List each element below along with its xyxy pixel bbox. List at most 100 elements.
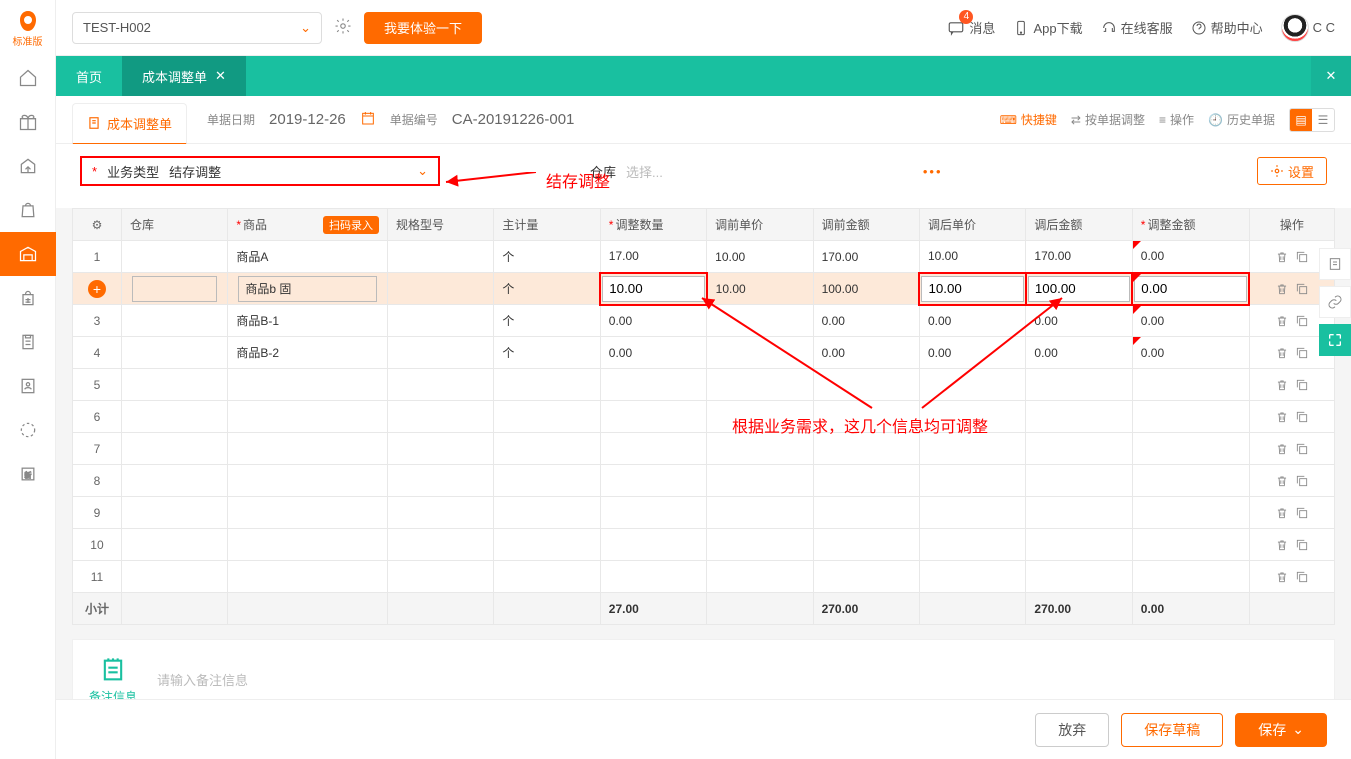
copy-icon[interactable] [1295,538,1309,552]
tenant-select[interactable]: TEST-H002 ⌄ [72,12,322,44]
save-draft-button[interactable]: 保存草稿 [1121,713,1223,747]
nav-gift-icon[interactable] [0,100,56,144]
delete-icon[interactable] [1275,570,1289,584]
save-button[interactable]: 保存 ⌄ [1235,713,1327,747]
app-download-link[interactable]: App下载 [1013,18,1082,37]
trial-button[interactable]: 我要体验一下 [364,12,482,44]
delete-icon[interactable] [1275,410,1289,424]
note-icon[interactable] [1319,248,1351,280]
shortcut-link[interactable]: ⌨ 快捷键 [1000,111,1057,128]
col-spec[interactable]: 规格型号 [387,209,493,241]
messages-link[interactable]: 消息 4 [947,18,995,37]
after-amount-input[interactable] [1028,276,1130,302]
adjust-amount-input[interactable] [1134,276,1247,302]
copy-icon[interactable] [1295,506,1309,520]
nav-house-up-icon[interactable] [0,144,56,188]
copy-icon[interactable] [1295,378,1309,392]
delete-icon[interactable] [1275,282,1289,296]
col-after-price[interactable]: 调后单价 [919,209,1025,241]
calendar-icon[interactable] [360,110,376,129]
annotation-text: 结存调整 [546,168,610,192]
delete-icon[interactable] [1275,442,1289,456]
nav-contact-icon[interactable] [0,364,56,408]
delete-icon[interactable] [1275,474,1289,488]
delete-icon[interactable] [1275,314,1289,328]
col-qty[interactable]: *调整数量 [600,209,706,241]
nav-clipboard-icon[interactable] [0,320,56,364]
remarks-input[interactable] [157,673,1318,688]
gear-column-icon[interactable]: ⚙ [73,209,122,241]
copy-icon[interactable] [1295,282,1309,296]
business-type-select[interactable]: * 业务类型 结存调整 ⌄ [80,156,440,186]
view-toggle[interactable]: ▤ ☰ [1289,108,1335,132]
warehouse-cell[interactable] [132,276,217,302]
table-row[interactable]: 9 [73,497,1335,529]
copy-icon[interactable] [1295,314,1309,328]
delete-icon[interactable] [1275,250,1289,264]
code-value: CA-20191226-001 [452,111,575,128]
nav-money-icon[interactable] [0,276,56,320]
nav-new-icon[interactable]: 新 [0,452,56,496]
tab-cost-adjust[interactable]: 成本调整单 ✕ [122,56,246,96]
qty-input[interactable] [602,276,704,302]
nav-home-icon[interactable] [0,56,56,100]
right-rail [1319,248,1351,356]
nav-bag-icon[interactable] [0,188,56,232]
delete-icon[interactable] [1275,538,1289,552]
form-type-tab[interactable]: 成本调整单 [72,103,187,145]
table-row[interactable]: 4商品B-2个0.000.000.000.000.00 [73,337,1335,369]
expand-icon[interactable] [1319,324,1351,356]
table-row[interactable]: 8 [73,465,1335,497]
table-row[interactable]: 3商品B-1个0.000.000.000.000.00 [73,305,1335,337]
remarks-icon: 备注信息 [89,656,137,699]
delete-icon[interactable] [1275,506,1289,520]
copy-icon[interactable] [1295,346,1309,360]
view-grid-icon[interactable]: ▤ [1290,109,1312,131]
col-warehouse[interactable]: 仓库 [121,209,227,241]
copy-icon[interactable] [1295,570,1309,584]
view-list-icon[interactable]: ☰ [1312,109,1334,131]
table-row[interactable]: 5 [73,369,1335,401]
scan-tag[interactable]: 扫码录入 [323,216,379,234]
gear-icon[interactable] [334,17,352,38]
abandon-button[interactable]: 放弃 [1035,713,1109,747]
table-row[interactable]: +商品b 固个10.00100.00 [73,273,1335,305]
table-row[interactable]: 6 [73,401,1335,433]
table-row[interactable]: 1商品A个17.0010.00170.0010.00170.000.00 [73,241,1335,273]
op-link[interactable]: ≡ 操作 [1159,111,1194,128]
history-link[interactable]: 🕘 历史单据 [1208,111,1275,128]
nav-loading-icon[interactable] [0,408,56,452]
col-adjust-amount[interactable]: *调整金额 [1132,209,1249,241]
col-before-price[interactable]: 调前单价 [707,209,813,241]
copy-icon[interactable] [1295,474,1309,488]
nav-warehouse-icon[interactable] [0,232,56,276]
bottom-bar: 放弃 保存草稿 保存 ⌄ [56,699,1351,759]
copy-icon[interactable] [1295,442,1309,456]
copy-icon[interactable] [1295,250,1309,264]
col-uom[interactable]: 主计量 [494,209,600,241]
date-value[interactable]: 2019-12-26 [269,111,346,128]
col-after-amount[interactable]: 调后金额 [1026,209,1132,241]
delete-icon[interactable] [1275,378,1289,392]
table-row[interactable]: 7 [73,433,1335,465]
settings-button[interactable]: 设置 [1257,157,1327,185]
help-link[interactable]: 帮助中心 [1191,18,1263,37]
close-all-tabs[interactable]: ✕ [1311,56,1351,96]
tab-home[interactable]: 首页 [56,56,122,96]
add-row-icon[interactable]: + [88,280,106,298]
col-product[interactable]: *商品扫码录入 [228,209,388,241]
customer-service-link[interactable]: 在线客服 [1101,18,1173,37]
after-price-input[interactable] [921,276,1023,302]
table-row[interactable]: 10 [73,529,1335,561]
user-menu[interactable]: C C [1281,14,1335,42]
product-cell[interactable]: 商品b 固 [238,276,377,302]
col-before-amount[interactable]: 调前金额 [813,209,919,241]
copy-icon[interactable] [1295,410,1309,424]
delete-icon[interactable] [1275,346,1289,360]
table-row[interactable]: 11 [73,561,1335,593]
open-tabs: 首页 成本调整单 ✕ ✕ [56,56,1351,96]
link-icon[interactable] [1319,286,1351,318]
close-icon[interactable]: ✕ [215,68,226,84]
by-doc-link[interactable]: ⇄ 按单据调整 [1071,111,1145,128]
more-icon[interactable]: ••• [923,164,943,179]
